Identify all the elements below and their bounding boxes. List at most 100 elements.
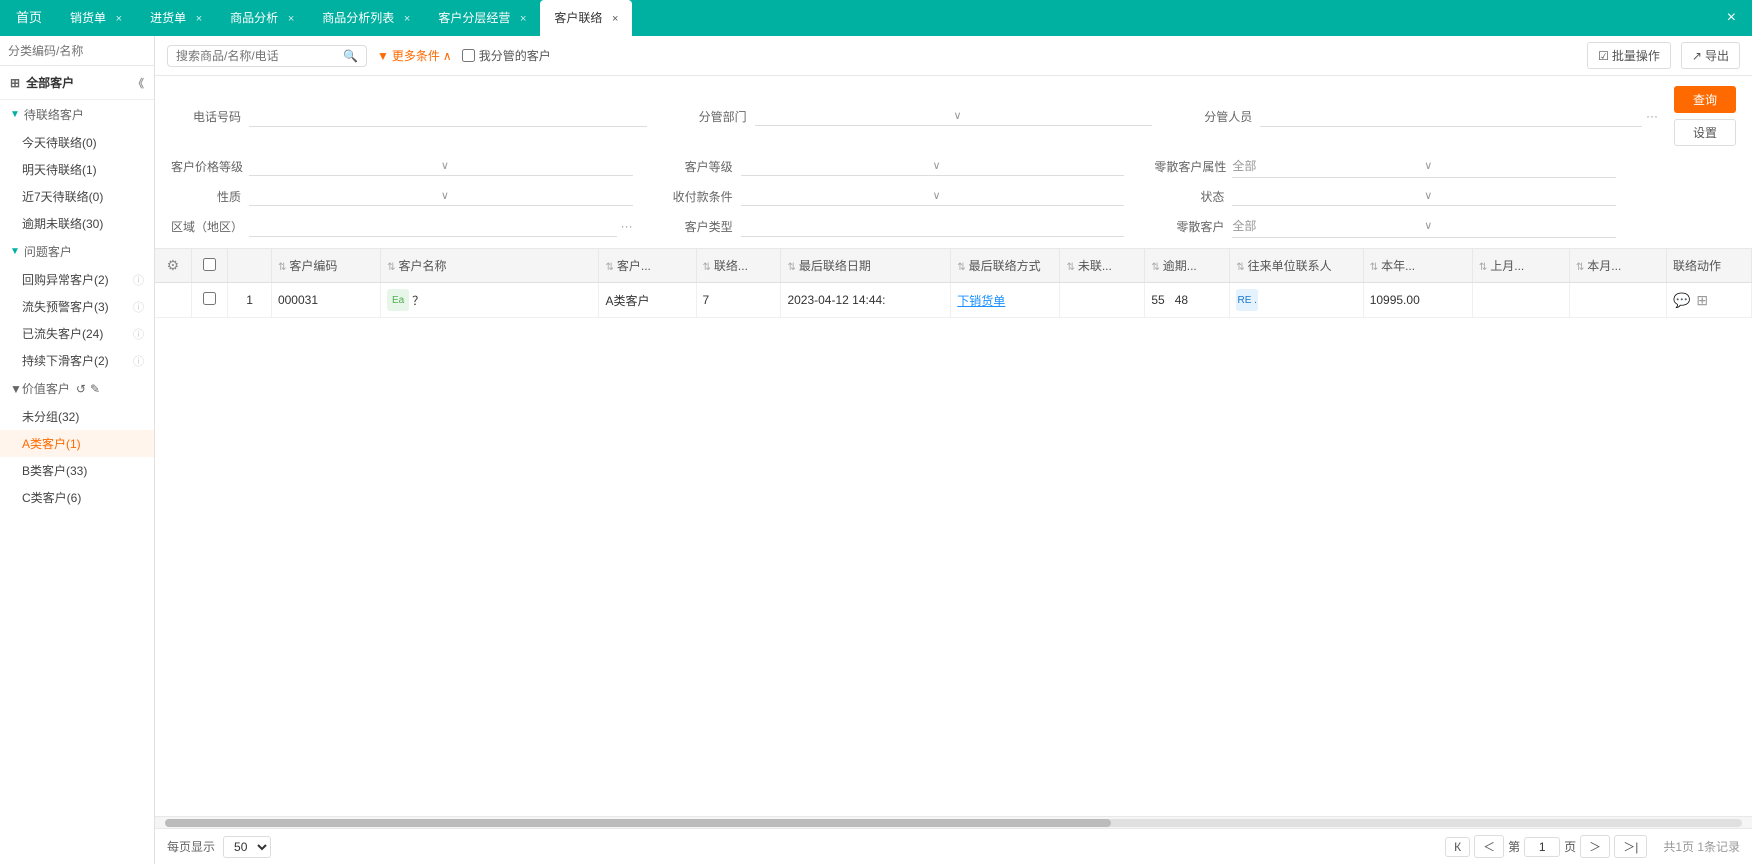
sort-icon-year: ⇅	[1370, 262, 1378, 273]
th-uncontact[interactable]: ⇅未联...	[1060, 249, 1145, 283]
sidebar-item-ungroup[interactable]: 未分组(32)	[0, 403, 154, 430]
query-button[interactable]: 查询	[1674, 86, 1736, 113]
filter-payment-label: 收付款条件	[663, 188, 733, 205]
sidebar-item-repurchase-abnormal[interactable]: 回购异常客户(2) ⓘ	[0, 266, 154, 293]
sidebar-item-7days[interactable]: 近7天待联络(0)	[0, 183, 154, 210]
next-page-button[interactable]: ＞	[1580, 835, 1610, 858]
sidebar-item-churn-warning[interactable]: 流失预警客户(3) ⓘ	[0, 293, 154, 320]
filter-person-dots[interactable]: ···	[1646, 109, 1658, 123]
filter-retail-attr-select[interactable]: 全部 ∨	[1232, 154, 1616, 178]
nav-customer-contact-close[interactable]: ×	[612, 13, 618, 25]
settings-gear-icon[interactable]: ⚙	[167, 257, 180, 273]
filter-nature-select[interactable]: ∨	[249, 186, 633, 206]
th-lastdate[interactable]: ⇅最后联络日期	[781, 249, 951, 283]
filter-retail-attr-label: 零散客户属性	[1154, 158, 1224, 175]
sidebar-item-b-class[interactable]: B类客户(33)	[0, 457, 154, 484]
scrollbar-thumb[interactable]	[165, 819, 1111, 827]
filter-status: 状态 ∨	[1154, 186, 1616, 206]
filter-mine-checkbox-label[interactable]: 我分管的客户	[462, 47, 551, 64]
filter-search-icon[interactable]: 🔍	[343, 49, 358, 63]
filter-phone-input[interactable]	[249, 106, 647, 127]
sidebar-item-churned[interactable]: 已流失客户(24) ⓘ	[0, 320, 154, 347]
chat-icon[interactable]: 💬	[1673, 292, 1690, 309]
filter-price-level-select[interactable]: ∨	[249, 156, 633, 176]
th-type[interactable]: ⇅客户...	[599, 249, 696, 283]
last-way-link[interactable]: 下销货单	[957, 294, 1005, 308]
first-page-button[interactable]: К	[1445, 837, 1470, 857]
nav-purchase[interactable]: 进货单 ×	[136, 0, 216, 36]
th-name[interactable]: ⇅客户名称	[381, 249, 599, 283]
sort-icon-lastway: ⇅	[957, 262, 965, 273]
nav-customer-segment-close[interactable]: ×	[520, 13, 526, 25]
th-lastmonth[interactable]: ⇅上月...	[1472, 249, 1569, 283]
sort-icon-overdue: ⇅	[1151, 262, 1159, 273]
nav-product-list-close[interactable]: ×	[404, 13, 410, 25]
sidebar-value-title[interactable]: ▼ 价值客户 ↺ ✎	[0, 374, 154, 403]
th-person[interactable]: ⇅往来单位联系人	[1230, 249, 1363, 283]
filter-search-input[interactable]	[176, 49, 339, 63]
customer-name-extra: ？	[412, 292, 424, 309]
horizontal-scrollbar[interactable]	[165, 819, 1742, 827]
edit-icon[interactable]: ✎	[90, 382, 100, 396]
nav-sales-close[interactable]: ×	[116, 13, 122, 25]
th-lastway[interactable]: ⇅最后联络方式	[951, 249, 1060, 283]
batch-operation-button[interactable]: ☑ 批量操作	[1587, 42, 1671, 69]
grid-action-icon[interactable]: ⊞	[1696, 292, 1708, 309]
nav-customer-contact[interactable]: 客户联络 ×	[540, 0, 632, 36]
last-page-button[interactable]: ＞|	[1614, 835, 1647, 858]
sidebar-collapse-icon[interactable]: 《	[133, 75, 144, 91]
filter-status-select[interactable]: ∨	[1232, 186, 1616, 206]
th-year[interactable]: ⇅本年...	[1363, 249, 1472, 283]
filter-retail-attr: 零散客户属性 全部 ∨	[1154, 154, 1616, 178]
sidebar-item-c-class[interactable]: C类客户(6)	[0, 484, 154, 511]
nav-sales[interactable]: 销货单 ×	[56, 0, 136, 36]
select-all-checkbox[interactable]	[203, 258, 216, 271]
filter-customer-level-select[interactable]: ∨	[741, 156, 1125, 176]
help-icon-3: ⓘ	[133, 326, 144, 342]
prev-page-button[interactable]: ＜	[1474, 835, 1504, 858]
sidebar-item-declining[interactable]: 持续下滑客户(2) ⓘ	[0, 347, 154, 374]
filter-region-input[interactable]	[249, 216, 617, 237]
nav-home[interactable]: 首页	[8, 0, 56, 36]
chevron-down-icon-dept: ∨	[953, 109, 1152, 122]
nav-purchase-close[interactable]: ×	[196, 13, 202, 25]
window-close-button[interactable]: ×	[1719, 9, 1744, 27]
export-button[interactable]: ↗ 导出	[1681, 42, 1740, 69]
filter-region: 区域（地区） ···	[171, 216, 633, 237]
filter-more-button[interactable]: ▼ 更多条件 ∧	[377, 47, 452, 64]
nav-product-analysis-close[interactable]: ×	[288, 13, 294, 25]
filter-row-4: 区域（地区） ··· 客户类型 零散客户 全部 ∨	[171, 214, 1736, 238]
nav-product-list[interactable]: 商品分析列表 ×	[308, 0, 424, 36]
filter-region-dots[interactable]: ···	[621, 219, 633, 233]
per-page-select[interactable]: 50	[223, 836, 271, 858]
sidebar-item-tomorrow[interactable]: 明天待联络(1)	[0, 156, 154, 183]
th-overdue[interactable]: ⇅逾期...	[1145, 249, 1230, 283]
filter-retail-customer-select[interactable]: 全部 ∨	[1232, 214, 1616, 238]
table-header-row: ⚙ ⇅客户编码 ⇅客户名称 ⇅客户...	[155, 249, 1752, 283]
sidebar-item-a-class[interactable]: A类客户(1)	[0, 430, 154, 457]
filter-mine-checkbox[interactable]	[462, 49, 475, 62]
nav-product-analysis[interactable]: 商品分析 ×	[216, 0, 308, 36]
sidebar-item-today[interactable]: 今天待联络(0)	[0, 129, 154, 156]
filter-customer-type-input[interactable]	[741, 216, 1125, 237]
sidebar-search-input[interactable]	[8, 44, 155, 58]
page-number-input[interactable]	[1524, 837, 1560, 857]
query-buttons: 查询 设置	[1674, 86, 1736, 146]
settings-button[interactable]: 设置	[1674, 119, 1736, 146]
sidebar-item-overdue[interactable]: 逾期未联络(30)	[0, 210, 154, 237]
sidebar-wait-contact-title[interactable]: ▼ 待联络客户	[0, 100, 154, 129]
filter-department-select[interactable]: ∨	[755, 106, 1153, 126]
filter-person-label: 分管人员	[1182, 108, 1252, 125]
th-thismonth[interactable]: ⇅本月...	[1569, 249, 1666, 283]
row-checkbox-1[interactable]	[203, 292, 216, 305]
th-settings[interactable]: ⚙	[155, 249, 191, 283]
refresh-icon[interactable]: ↺	[76, 382, 86, 396]
th-contact[interactable]: ⇅联络...	[696, 249, 781, 283]
th-code[interactable]: ⇅客户编码	[271, 249, 380, 283]
nav-customer-segment[interactable]: 客户分层经营 ×	[424, 0, 540, 36]
main-layout: 🔍 ⊞ 全部客户 《 ▼ 待联络客户 今天待联络(0) 明天待联络(1) 近7天…	[0, 36, 1752, 864]
sidebar-problem-title[interactable]: ▼ 问题客户	[0, 237, 154, 266]
filter-person-input[interactable]	[1260, 106, 1642, 127]
filter-payment-select[interactable]: ∨	[741, 186, 1125, 206]
sidebar-all-customers[interactable]: ⊞ 全部客户 《	[0, 66, 154, 100]
